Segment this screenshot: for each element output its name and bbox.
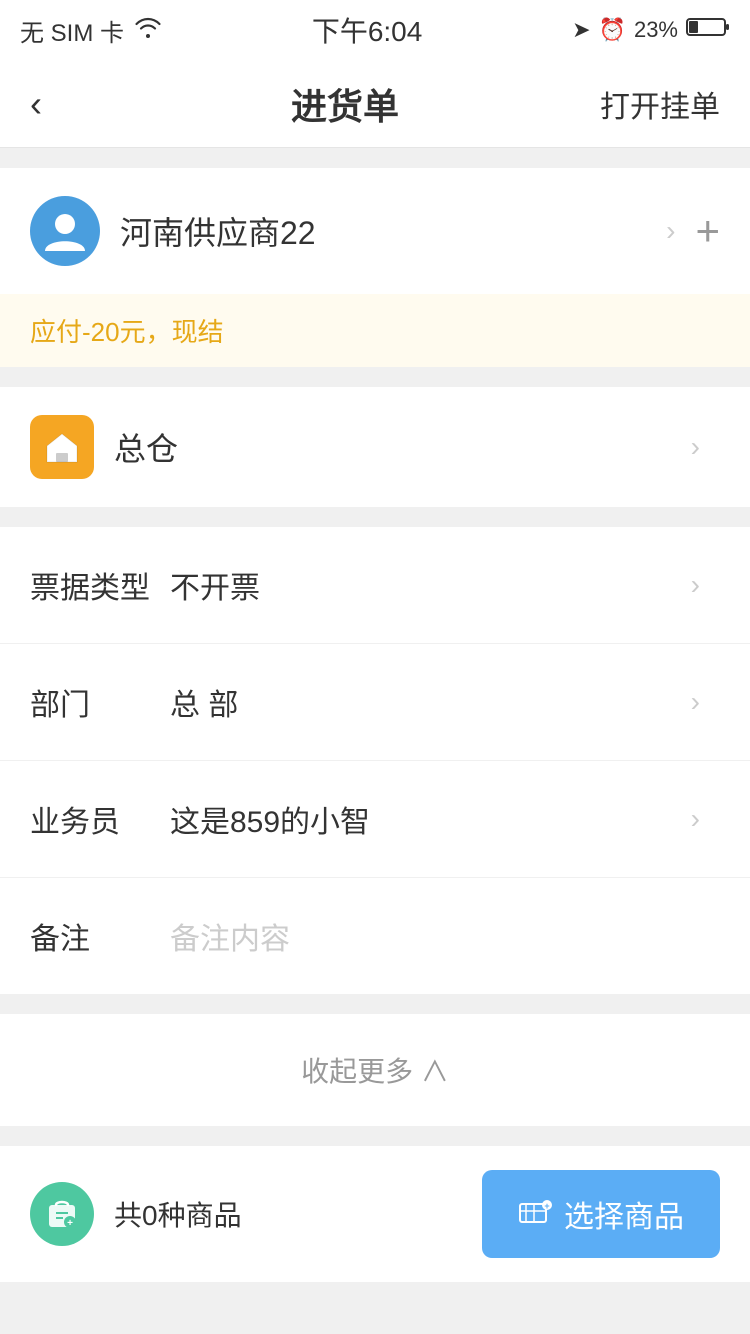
staff-row[interactable]: 业务员 这是859的小智 ›: [0, 761, 750, 878]
goods-count: 共0种商品: [114, 1194, 462, 1234]
nav-bar: ‹ 进货单 打开挂单: [0, 60, 750, 148]
status-right: ➤ ⏰ 23%: [572, 16, 730, 44]
supplier-section: 河南供应商22 › + 应付-20元，现结: [0, 168, 750, 367]
collapse-label: 收起更多 ∧: [301, 1050, 449, 1090]
add-button[interactable]: +: [695, 207, 720, 255]
notice-text: 应付-20元，现结: [30, 317, 224, 347]
warehouse-icon: [30, 415, 94, 479]
form-section: 票据类型 不开票 › 部门 总 部 › 业务员 这是859的小智 › 备注 备注…: [0, 527, 750, 994]
staff-label: 业务员: [30, 797, 150, 841]
invoice-chevron-icon: ›: [691, 569, 700, 601]
warehouse-name: 总仓: [114, 424, 691, 470]
warehouse-row[interactable]: 总仓 ›: [0, 387, 750, 507]
battery-icon: [686, 16, 730, 44]
select-goods-button[interactable]: + 选择商品: [482, 1170, 720, 1258]
alarm-icon: ⏰: [599, 17, 626, 43]
top-separator: [0, 148, 750, 168]
remark-row[interactable]: 备注 备注内容: [0, 878, 750, 994]
svg-text:+: +: [67, 1218, 73, 1229]
back-button[interactable]: ‹: [30, 83, 90, 125]
dept-label: 部门: [30, 680, 150, 724]
section-divider-1: [0, 367, 750, 387]
staff-chevron-icon: ›: [691, 803, 700, 835]
carrier-label: 无 SIM 卡: [20, 13, 124, 48]
dept-chevron-icon: ›: [691, 686, 700, 718]
select-goods-label: 选择商品: [564, 1192, 684, 1236]
page-title: 进货单: [291, 78, 399, 130]
remark-input[interactable]: 备注内容: [150, 914, 720, 958]
invoice-value: 不开票: [150, 563, 691, 607]
dept-row[interactable]: 部门 总 部 ›: [0, 644, 750, 761]
location-icon: ➤: [572, 17, 590, 43]
supplier-avatar: [30, 196, 100, 266]
notice-bar: 应付-20元，现结: [0, 294, 750, 367]
status-left: 无 SIM 卡: [20, 13, 162, 48]
goods-icon: +: [30, 1182, 94, 1246]
dept-value: 总 部: [150, 680, 691, 724]
supplier-chevron-icon: ›: [666, 215, 675, 247]
bottom-bar: + 共0种商品 + 选择商品: [0, 1146, 750, 1282]
open-pending-button[interactable]: 打开挂单: [600, 82, 720, 126]
supplier-row[interactable]: 河南供应商22 › +: [0, 168, 750, 294]
warehouse-chevron-icon: ›: [691, 431, 700, 463]
remark-label: 备注: [30, 914, 150, 958]
collapse-row[interactable]: 收起更多 ∧: [0, 1014, 750, 1126]
battery-label: 23%: [634, 17, 678, 43]
wifi-icon: [134, 16, 162, 45]
cart-icon: +: [518, 1200, 552, 1228]
staff-value: 这是859的小智: [150, 797, 691, 841]
svg-text:+: +: [544, 1201, 549, 1211]
invoice-label: 票据类型: [30, 563, 150, 607]
status-bar: 无 SIM 卡 下午6:04 ➤ ⏰ 23%: [0, 0, 750, 60]
supplier-name: 河南供应商22: [120, 208, 666, 254]
invoice-row[interactable]: 票据类型 不开票 ›: [0, 527, 750, 644]
status-time: 下午6:04: [312, 10, 423, 50]
